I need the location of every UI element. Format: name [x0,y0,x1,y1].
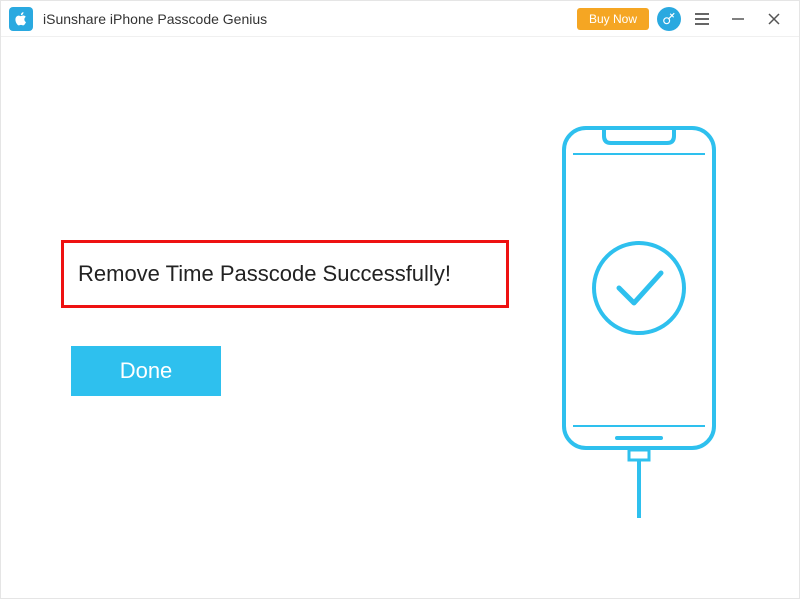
message-column: Remove Time Passcode Successfully! Done [51,240,529,396]
register-key-icon[interactable] [657,7,681,31]
close-button[interactable] [765,10,783,28]
app-apple-icon [9,7,33,31]
titlebar: iSunshare iPhone Passcode Genius Buy Now [1,1,799,37]
success-message-highlight: Remove Time Passcode Successfully! [61,240,509,308]
phone-illustration-column [529,118,749,518]
main-content: Remove Time Passcode Successfully! Done [1,37,799,598]
success-message: Remove Time Passcode Successfully! [78,261,492,287]
checkmark-icon [619,273,661,303]
checkmark-circle-icon [594,243,684,333]
done-button[interactable]: Done [71,346,221,396]
buy-now-button[interactable]: Buy Now [577,8,649,30]
minimize-button[interactable] [729,10,747,28]
hamburger-menu-icon[interactable] [693,10,711,28]
phone-success-illustration [549,118,729,518]
app-title: iSunshare iPhone Passcode Genius [43,11,267,27]
